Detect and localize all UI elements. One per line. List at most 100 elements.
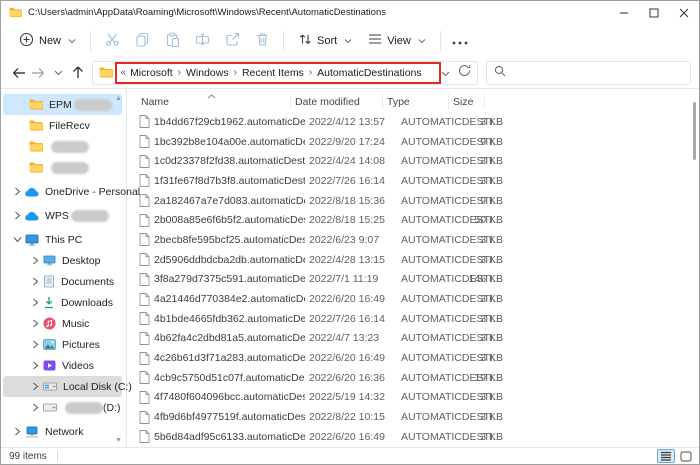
sidebar-item-this-pc[interactable]: This PC [3,229,122,250]
file-row[interactable]: 1bc392b8e104a00e.automaticDestination...… [127,132,699,152]
file-size: 3 KB [480,411,503,424]
chevron-down-icon[interactable] [9,236,25,243]
cut-button[interactable] [97,28,127,54]
file-row[interactable]: 4a21446d770384e2.automaticDestination...… [127,289,699,309]
breadcrumb-segment[interactable]: Recent Items [239,67,307,79]
sidebar-item-videos[interactable]: Videos [3,355,122,376]
delete-button[interactable] [247,28,277,54]
file-row[interactable]: 4c26b61d3f71a283.automaticDestination...… [127,348,699,368]
folder-icon [29,162,43,173]
chevron-right-icon[interactable] [27,403,43,412]
sidebar-item-pictures[interactable]: Pictures [3,334,122,355]
sidebar-item-label: FileRecv [49,119,90,132]
file-date-modified: 2022/6/20 16:49 [309,352,385,365]
chevron-right-icon[interactable] [27,277,43,286]
rename-button[interactable] [187,28,217,54]
search-input[interactable] [511,66,684,79]
sidebar-item-label: Desktop [62,254,101,267]
file-row[interactable]: 4b1bde4665fdb362.automaticDestination...… [127,309,699,329]
breadcrumb-segment[interactable]: AutomaticDestinations [314,67,424,79]
file-type: AUTOMATICDESTI... [401,293,502,306]
file-row[interactable]: 5b6d84adf95c6133.automaticDestination...… [127,427,699,447]
chevron-right-icon[interactable] [27,340,43,349]
copy-button[interactable] [127,28,157,54]
sidebar-item-redacted[interactable] [3,136,122,157]
file-name: 2a182467a7e7d083.automaticDestination... [154,194,305,207]
sidebar-item-redacted[interactable] [3,157,122,178]
file-row[interactable]: 4b62fa4c2dbd81a5.automaticDestination...… [127,329,699,349]
paste-button[interactable] [157,28,187,54]
sidebar-item-documents[interactable]: Documents [3,271,122,292]
sidebar-item-onedrive-personal[interactable]: OneDrive - Personal [3,181,140,202]
sidebar-item-downloads[interactable]: Downloads [3,292,122,313]
breadcrumb-collapsed-marker[interactable]: « [121,67,127,78]
back-button[interactable] [9,61,29,85]
file-row[interactable]: 2b008a85e6f6b5f2.automaticDestinations..… [127,210,699,230]
up-button[interactable] [68,61,88,85]
large-icons-view-button[interactable] [677,449,695,463]
chevron-right-icon[interactable] [27,256,43,265]
sidebar-item-filerecv[interactable]: FileRecv [3,115,122,136]
window-title: C:\Users\admin\AppData\Roaming\Microsoft… [28,7,386,18]
sidebar-item-music[interactable]: Music [3,313,122,334]
folder-icon [29,120,43,131]
breadcrumb-highlight-box: « Microsoft › Windows › Recent Items › Automat… [114,61,441,84]
sidebar-item-desktop[interactable]: Desktop [3,250,122,271]
chevron-right-icon[interactable] [27,382,43,391]
sidebar-scroll-up-icon[interactable]: ▲ [115,95,122,102]
share-button[interactable] [217,28,247,54]
file-icon [139,430,154,444]
chevron-right-icon[interactable] [27,361,43,370]
maximize-button[interactable] [639,1,669,24]
chevron-right-icon[interactable] [27,319,43,328]
chevron-right-icon[interactable] [9,187,25,196]
file-list-scrollbar[interactable] [693,102,696,160]
address-dropdown-icon[interactable] [441,64,450,82]
file-row[interactable]: 1f31fe67f8d7b3f8.automaticDestinations-.… [127,171,699,191]
sidebar-item-wps[interactable]: WPS [3,205,122,226]
new-button[interactable]: New [11,28,84,54]
forward-button[interactable] [29,61,49,85]
file-row[interactable]: 2d5906ddbdcba2db.automaticDestinatio... … [127,250,699,270]
file-type: AUTOMATICDESTI... [401,411,502,424]
breadcrumb-segment[interactable]: Microsoft [127,67,176,79]
file-row[interactable]: 1b4dd67f29cb1962.automaticDestination...… [127,112,699,132]
chevron-right-icon[interactable] [27,298,43,307]
file-row[interactable]: 3f8a279d7375c591.automaticDestinations..… [127,270,699,290]
recent-locations-button[interactable] [48,61,68,85]
sidebar-item-local-disk-c[interactable]: Local Disk (C:) [3,376,132,397]
address-bar[interactable]: « Microsoft › Windows › Recent Items › Automat… [91,60,478,85]
sidebar-scroll-down-icon[interactable]: ▼ [115,437,122,444]
disk-icon [43,402,57,413]
refresh-icon[interactable] [458,64,471,82]
minimize-button[interactable] [609,1,639,24]
more-options-button[interactable] [447,29,473,52]
breadcrumb-separator-icon[interactable]: › [176,67,183,78]
breadcrumb-separator-icon[interactable]: › [232,67,239,78]
sort-button[interactable]: Sort [290,28,360,53]
file-row[interactable]: 1c0d23378f2fd38.automaticDestinations-..… [127,151,699,171]
file-row[interactable]: 2a182467a7e7d083.automaticDestination...… [127,191,699,211]
sidebar-item-network[interactable]: Network [3,421,122,442]
search-box[interactable] [485,60,692,85]
sidebar-item-d[interactable]: (D:) [3,397,122,418]
column-header-type[interactable]: Type [383,94,449,109]
chevron-right-icon[interactable] [9,427,25,436]
file-size: 9 KB [480,194,503,207]
details-view-button[interactable] [657,449,675,463]
column-header-size[interactable]: Size [449,94,485,109]
column-header-date-modified[interactable]: Date modified [291,94,383,109]
breadcrumb-segment[interactable]: Windows [183,67,232,79]
file-row[interactable]: 4fb9d6bf4977519f.automaticDestinations..… [127,407,699,427]
breadcrumb-separator-icon[interactable]: › [307,67,314,78]
close-button[interactable] [669,1,699,24]
file-row[interactable]: 4cb9c5750d51c07f.automaticDestination...… [127,368,699,388]
file-row[interactable]: 2becb8fe595bcf25.automaticDestinations..… [127,230,699,250]
file-date-modified: 2022/6/20 16:49 [309,430,385,443]
file-icon [139,174,154,188]
view-button[interactable]: View [360,29,434,52]
file-row[interactable]: 4f7480f604096bcc.automaticDestinations..… [127,388,699,408]
chevron-right-icon[interactable] [9,211,25,220]
chevron-down-icon [68,38,76,44]
sidebar-item-epm[interactable]: EPM [3,94,122,115]
